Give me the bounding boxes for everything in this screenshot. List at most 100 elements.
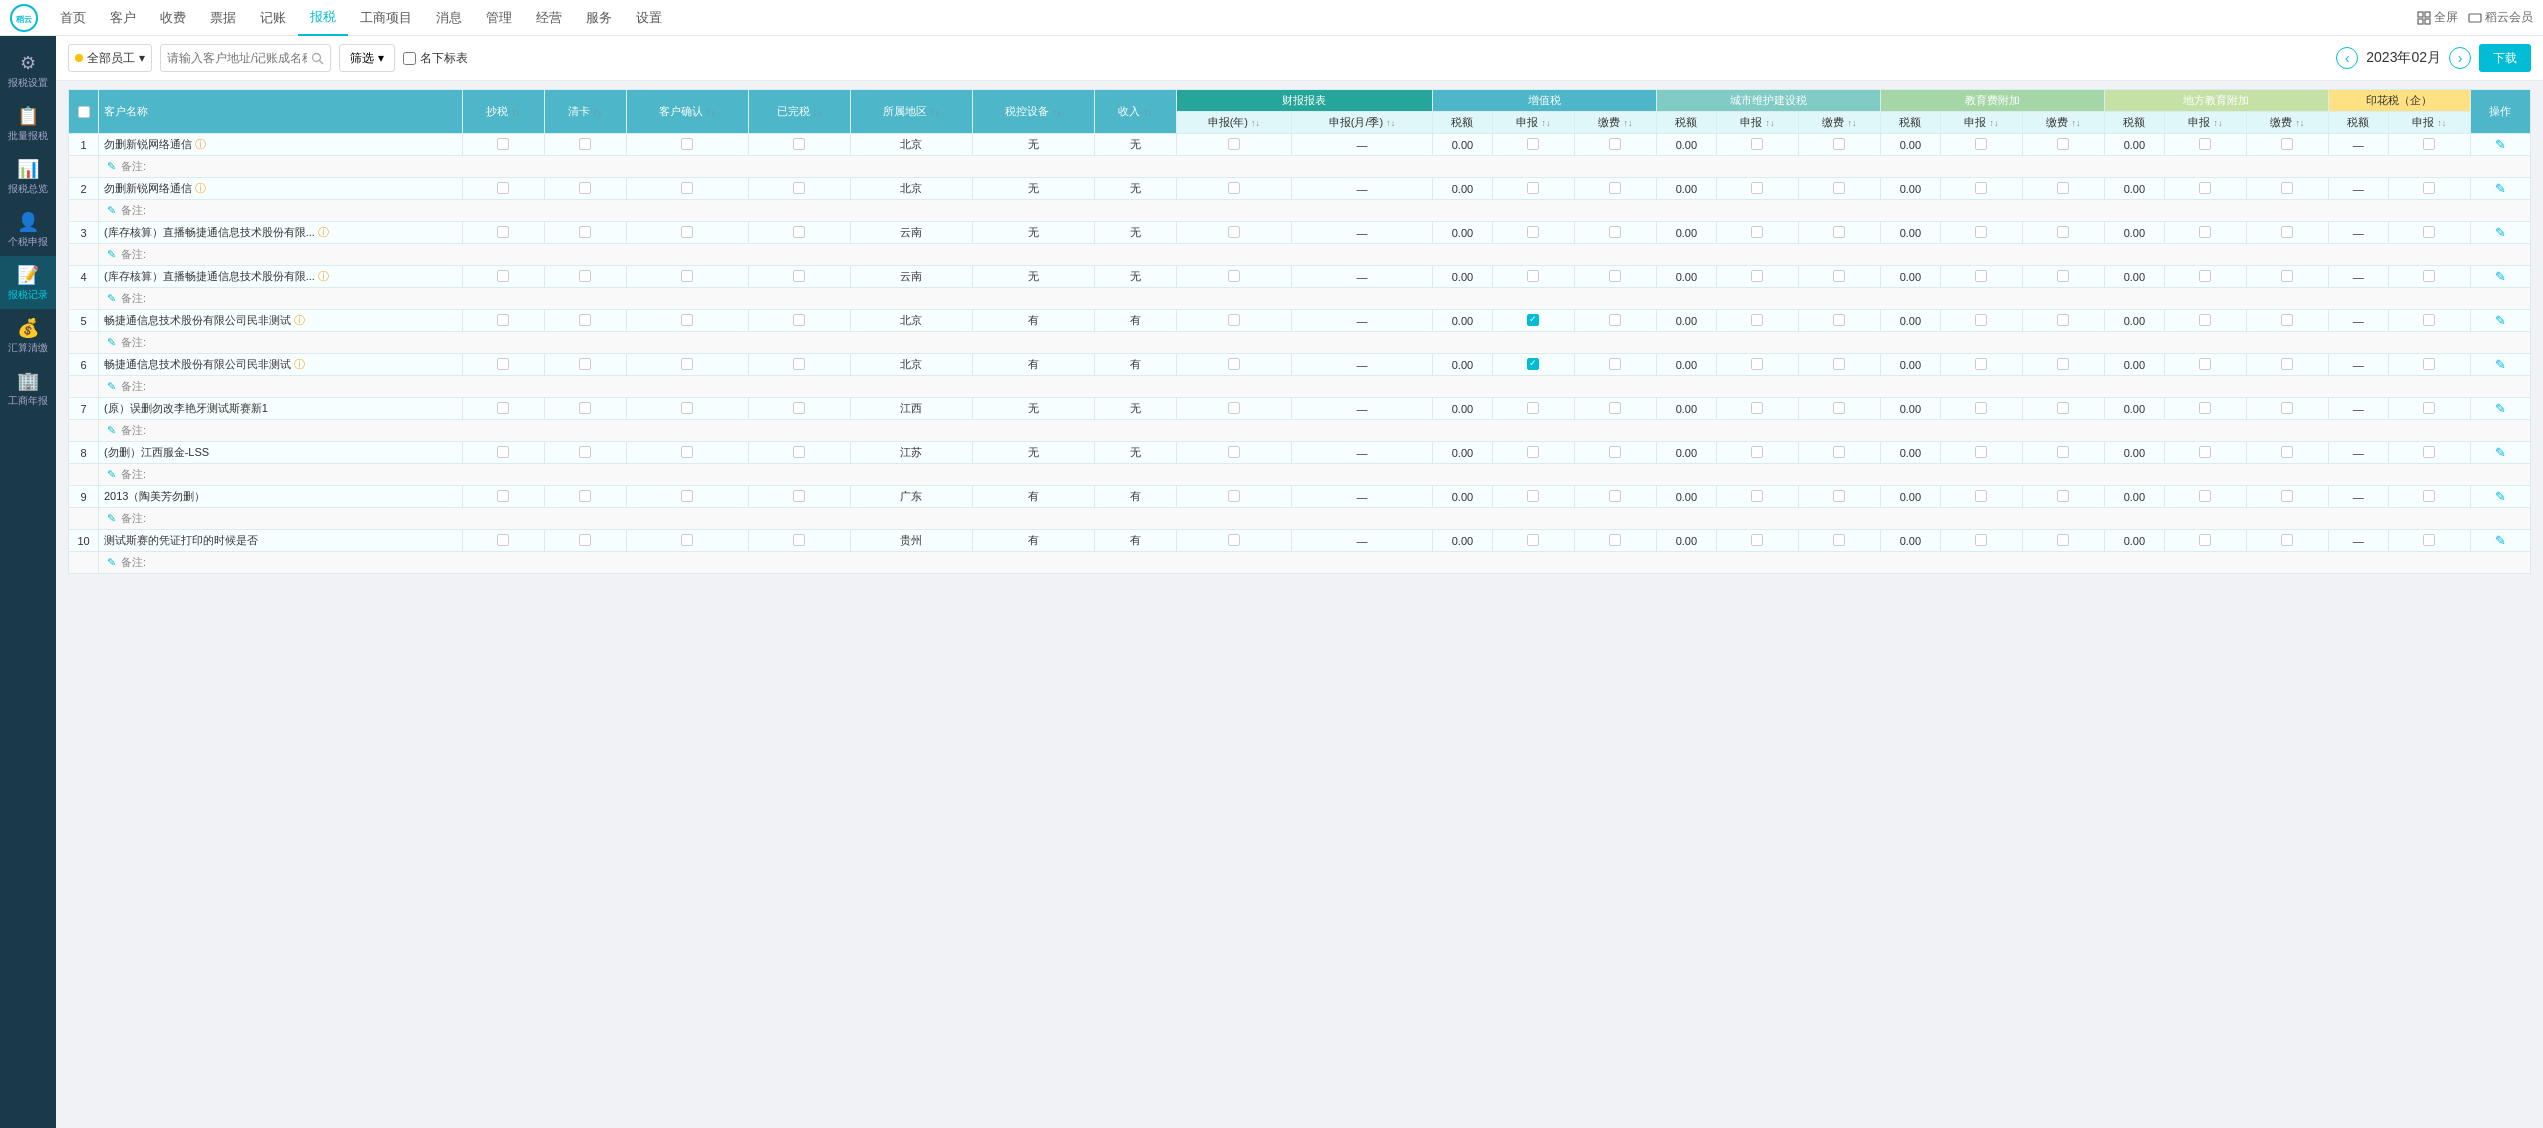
cell-difang-sb[interactable]: [2164, 266, 2246, 288]
cell-caibao-year[interactable]: [1176, 530, 1291, 552]
cell-confirm[interactable]: [626, 310, 748, 332]
search-field[interactable]: [160, 44, 331, 72]
cell-caibao-year[interactable]: [1176, 178, 1291, 200]
cell-chaoshui[interactable]: [462, 442, 544, 464]
cell-caibao-year[interactable]: [1176, 222, 1291, 244]
col-header-income[interactable]: 收入 ↑↓: [1094, 90, 1176, 134]
cell-confirm[interactable]: [626, 398, 748, 420]
fullscreen-btn[interactable]: 全屏: [2417, 9, 2458, 26]
cell-zengzhi-sb[interactable]: [1492, 310, 1574, 332]
col-chengshi-sb[interactable]: 申报 ↑↓: [1716, 112, 1798, 134]
cell-jiaoyu-sb[interactable]: [1940, 134, 2022, 156]
cell-zengzhi-sb[interactable]: [1492, 266, 1574, 288]
cell-jiaoyu-jf[interactable]: [2022, 310, 2104, 332]
cell-zengzhi-sb[interactable]: [1492, 222, 1574, 244]
cell-confirm[interactable]: [626, 178, 748, 200]
search-input[interactable]: [167, 51, 307, 65]
cell-chengshi-jf[interactable]: [1798, 354, 1880, 376]
cell-jiaoyu-sb[interactable]: [1940, 310, 2022, 332]
col-header-confirm[interactable]: 客户确认 ↑↓: [626, 90, 748, 134]
cell-zengzhi-jf[interactable]: [1574, 178, 1656, 200]
cell-chengshi-sb[interactable]: [1716, 134, 1798, 156]
cell-qingka[interactable]: [544, 134, 626, 156]
cell-chengshi-sb[interactable]: [1716, 310, 1798, 332]
cell-paidtax[interactable]: [748, 178, 850, 200]
cell-qingka[interactable]: [544, 354, 626, 376]
cell-chengshi-jf[interactable]: [1798, 486, 1880, 508]
cell-jiaoyu-jf[interactable]: [2022, 486, 2104, 508]
cell-caibao-year[interactable]: [1176, 354, 1291, 376]
cell-jiaoyu-jf[interactable]: [2022, 530, 2104, 552]
download-button[interactable]: 下载: [2479, 44, 2531, 72]
cell-chengshi-sb[interactable]: [1716, 530, 1798, 552]
cell-difang-jf[interactable]: [2246, 222, 2328, 244]
cell-jiaoyu-jf[interactable]: [2022, 134, 2104, 156]
cell-paidtax[interactable]: [748, 442, 850, 464]
cell-difang-jf[interactable]: [2246, 530, 2328, 552]
col-difang-sb[interactable]: 申报 ↑↓: [2164, 112, 2246, 134]
cell-difang-sb[interactable]: [2164, 486, 2246, 508]
cell-zengzhi-jf[interactable]: [1574, 134, 1656, 156]
edit-icon[interactable]: ✎: [2495, 445, 2506, 460]
cell-confirm[interactable]: [626, 134, 748, 156]
filter-button[interactable]: 筛选 ▾: [339, 44, 395, 72]
col-header-device[interactable]: 税控设备 ↑↓: [972, 90, 1094, 134]
cell-yinshua-sb[interactable]: [2388, 310, 2470, 332]
cell-caibao-year[interactable]: [1176, 266, 1291, 288]
cell-confirm[interactable]: [626, 354, 748, 376]
cell-jiaoyu-sb[interactable]: [1940, 486, 2022, 508]
cell-jiaoyu-sb[interactable]: [1940, 222, 2022, 244]
prev-month-btn[interactable]: ‹: [2336, 47, 2358, 69]
cell-zengzhi-sb[interactable]: [1492, 354, 1574, 376]
cell-zengzhi-sb[interactable]: [1492, 442, 1574, 464]
cell-jiaoyu-jf[interactable]: [2022, 222, 2104, 244]
cell-yinshua-sb[interactable]: [2388, 222, 2470, 244]
cell-difang-sb[interactable]: [2164, 442, 2246, 464]
col-caibao-year[interactable]: 申报(年) ↑↓: [1176, 112, 1291, 134]
cell-qingka[interactable]: [544, 486, 626, 508]
cell-chengshi-jf[interactable]: [1798, 398, 1880, 420]
cell-confirm[interactable]: [626, 222, 748, 244]
cell-qingka[interactable]: [544, 266, 626, 288]
cell-action[interactable]: ✎: [2470, 530, 2530, 552]
cell-action[interactable]: ✎: [2470, 398, 2530, 420]
cell-chengshi-sb[interactable]: [1716, 442, 1798, 464]
edit-icon[interactable]: ✎: [2495, 357, 2506, 372]
nav-commerce[interactable]: 工商项目: [348, 0, 424, 36]
cell-yinshua-sb[interactable]: [2388, 354, 2470, 376]
edit-icon[interactable]: ✎: [2495, 533, 2506, 548]
nav-settings[interactable]: 设置: [624, 0, 674, 36]
sidebar-item-personal-tax[interactable]: 👤 个税申报: [0, 203, 56, 256]
cell-difang-jf[interactable]: [2246, 486, 2328, 508]
cell-chengshi-jf[interactable]: [1798, 222, 1880, 244]
my-table-checkbox-label[interactable]: 名下标表: [403, 50, 468, 67]
cell-difang-sb[interactable]: [2164, 398, 2246, 420]
cell-paidtax[interactable]: [748, 266, 850, 288]
cell-chaoshui[interactable]: [462, 486, 544, 508]
sidebar-item-tax-overview[interactable]: 📊 报税总览: [0, 150, 56, 203]
cell-qingka[interactable]: [544, 222, 626, 244]
cell-action[interactable]: ✎: [2470, 266, 2530, 288]
cell-qingka[interactable]: [544, 442, 626, 464]
my-table-checkbox[interactable]: [403, 52, 416, 65]
cell-qingka[interactable]: [544, 530, 626, 552]
cell-yinshua-sb[interactable]: [2388, 266, 2470, 288]
cell-action[interactable]: ✎: [2470, 134, 2530, 156]
edit-icon[interactable]: ✎: [2495, 313, 2506, 328]
cell-jiaoyu-sb[interactable]: [1940, 354, 2022, 376]
nav-messages[interactable]: 消息: [424, 0, 474, 36]
cell-zengzhi-jf[interactable]: [1574, 266, 1656, 288]
cell-caibao-year[interactable]: [1176, 134, 1291, 156]
col-zengzhi-jf[interactable]: 缴费 ↑↓: [1574, 112, 1656, 134]
sidebar-item-annual-settlement[interactable]: 💰 汇算清缴: [0, 309, 56, 362]
cell-difang-sb[interactable]: [2164, 530, 2246, 552]
cell-paidtax[interactable]: [748, 530, 850, 552]
cell-zengzhi-sb[interactable]: [1492, 398, 1574, 420]
col-caibao-month[interactable]: 申报(月/季) ↑↓: [1292, 112, 1433, 134]
cell-chaoshui[interactable]: [462, 398, 544, 420]
nav-customer[interactable]: 客户: [98, 0, 148, 36]
cell-paidtax[interactable]: [748, 134, 850, 156]
cell-jiaoyu-sb[interactable]: [1940, 398, 2022, 420]
cell-qingka[interactable]: [544, 398, 626, 420]
col-header-paidtax[interactable]: 已完税 ↑↓: [748, 90, 850, 134]
